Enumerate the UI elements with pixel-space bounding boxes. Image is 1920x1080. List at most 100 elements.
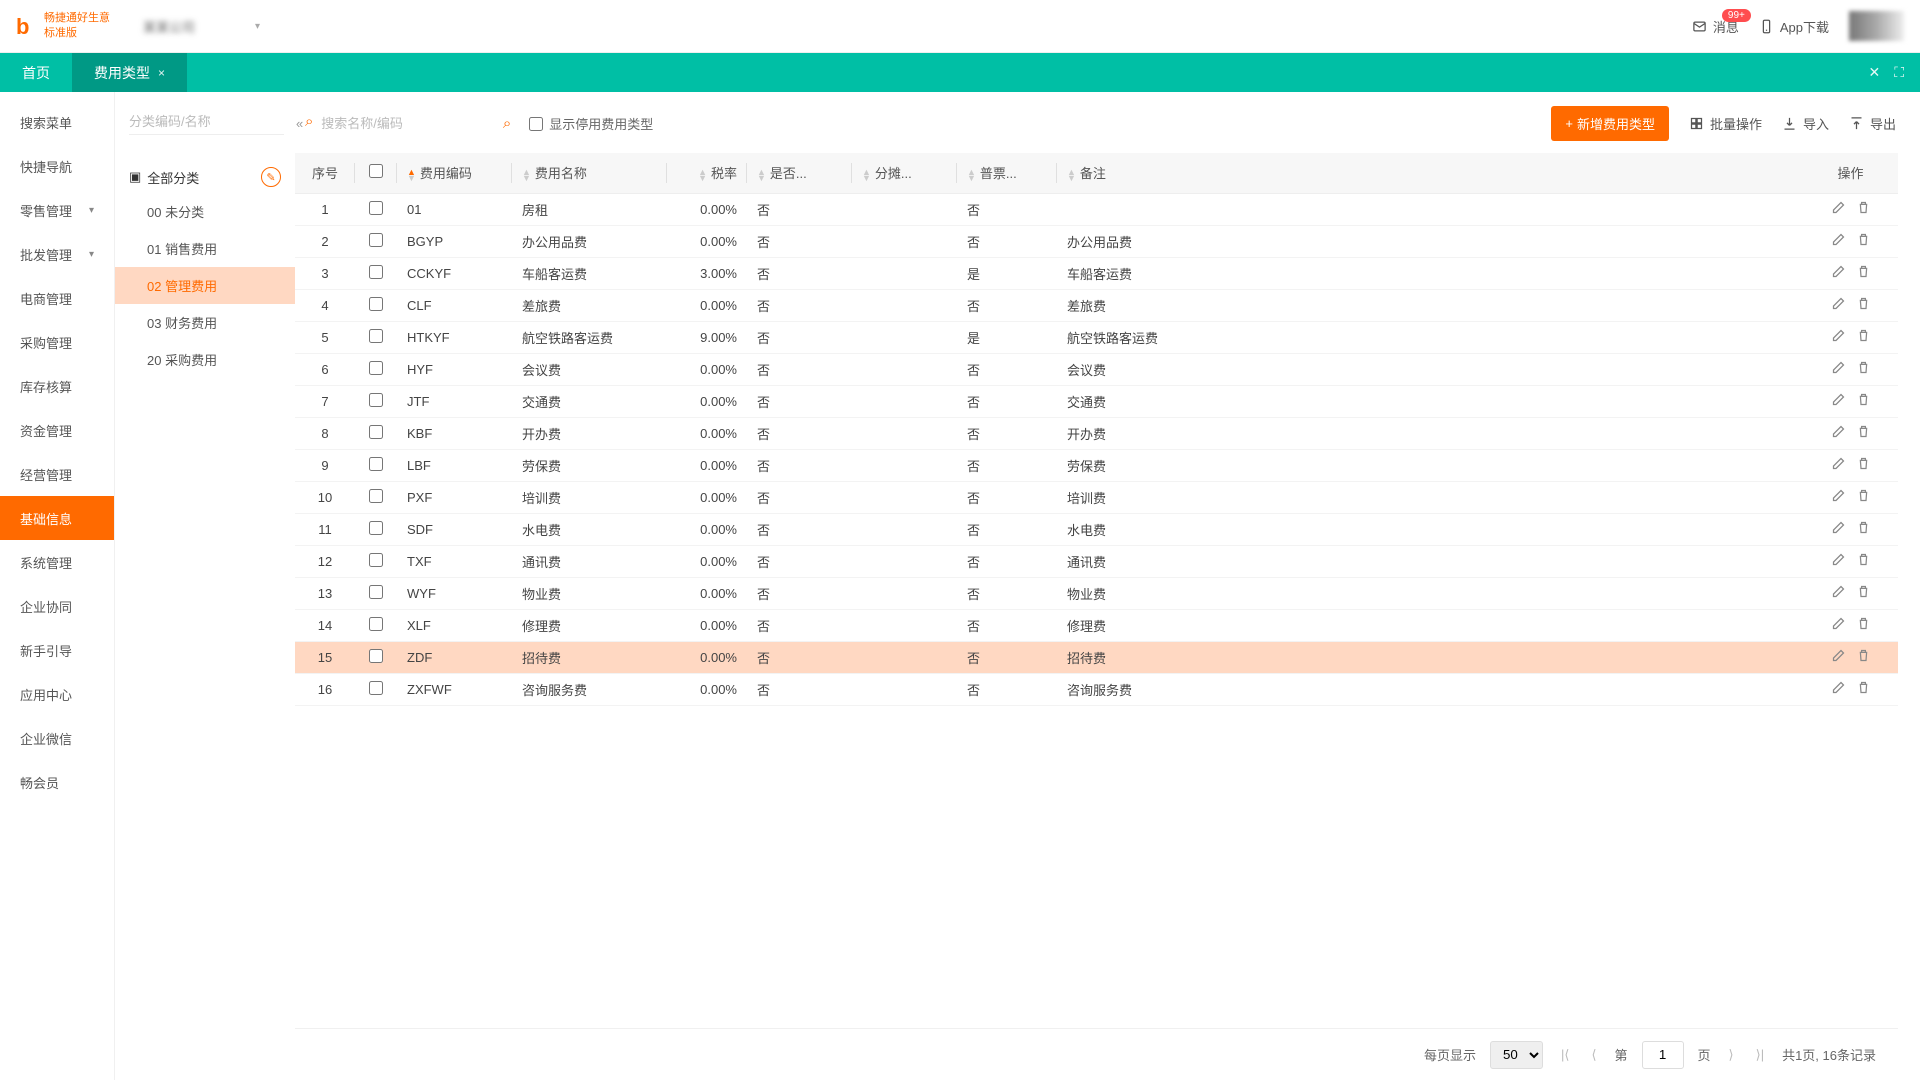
- table-row[interactable]: 11SDF水电费0.00%否否水电费: [295, 513, 1898, 545]
- name-search[interactable]: ⌕: [321, 115, 511, 133]
- sidebar-item-搜索菜单[interactable]: 搜索菜单: [0, 100, 114, 144]
- row-checkbox[interactable]: [369, 553, 383, 567]
- tab-首页[interactable]: 首页: [0, 53, 72, 92]
- delete-icon[interactable]: [1856, 232, 1871, 250]
- edit-icon[interactable]: [1831, 584, 1846, 602]
- row-checkbox[interactable]: [369, 329, 383, 343]
- delete-icon[interactable]: [1856, 648, 1871, 666]
- category-search[interactable]: ⌕: [129, 113, 284, 135]
- delete-icon[interactable]: [1856, 552, 1871, 570]
- edit-icon[interactable]: [1831, 200, 1846, 218]
- delete-icon[interactable]: [1856, 200, 1871, 218]
- table-row[interactable]: 101房租0.00%否否: [295, 193, 1898, 225]
- delete-icon[interactable]: [1856, 424, 1871, 442]
- col-note[interactable]: ▲▼备注: [1057, 153, 1803, 193]
- sidebar-item-库存核算[interactable]: 库存核算: [0, 364, 114, 408]
- edit-icon[interactable]: [1831, 648, 1846, 666]
- edit-icon[interactable]: [1831, 328, 1846, 346]
- edit-icon[interactable]: [1831, 424, 1846, 442]
- col-checkbox[interactable]: [355, 153, 397, 193]
- tree-item[interactable]: 03 财务费用: [115, 304, 295, 341]
- row-checkbox[interactable]: [369, 457, 383, 471]
- edit-icon[interactable]: [1831, 360, 1846, 378]
- show-disabled-checkbox[interactable]: 显示停用费用类型: [529, 114, 653, 133]
- delete-icon[interactable]: [1856, 360, 1871, 378]
- col-bool2[interactable]: ▲▼分摊...: [852, 153, 957, 193]
- sidebar-item-基础信息[interactable]: 基础信息: [0, 496, 114, 540]
- close-all-tabs-icon[interactable]: ✕: [1868, 64, 1880, 81]
- sidebar-item-零售管理[interactable]: 零售管理▾: [0, 188, 114, 232]
- edit-icon[interactable]: [1831, 552, 1846, 570]
- row-checkbox[interactable]: [369, 361, 383, 375]
- chevron-down-icon[interactable]: ▾: [255, 21, 260, 32]
- row-checkbox[interactable]: [369, 521, 383, 535]
- table-row[interactable]: 5HTKYF航空铁路客运费9.00%否是航空铁路客运费: [295, 321, 1898, 353]
- table-row[interactable]: 16ZXFWF咨询服务费0.00%否否咨询服务费: [295, 673, 1898, 705]
- edit-icon[interactable]: [1831, 232, 1846, 250]
- col-rate[interactable]: ▲▼税率: [667, 153, 747, 193]
- app-download-button[interactable]: App下载: [1759, 17, 1829, 36]
- col-seq[interactable]: 序号: [295, 153, 355, 193]
- close-icon[interactable]: ×: [158, 66, 165, 80]
- table-row[interactable]: 10PXF培训费0.00%否否培训费: [295, 481, 1898, 513]
- add-expense-type-button[interactable]: + 新增费用类型: [1551, 106, 1669, 141]
- company-selector[interactable]: 某某公司: [143, 17, 195, 36]
- edit-tree-icon[interactable]: ✎: [261, 167, 281, 187]
- collapse-tree-icon[interactable]: «: [296, 116, 303, 131]
- table-row[interactable]: 8KBF开办费0.00%否否开办费: [295, 417, 1898, 449]
- row-checkbox[interactable]: [369, 425, 383, 439]
- tree-item[interactable]: 02 管理费用: [115, 267, 295, 304]
- row-checkbox[interactable]: [369, 233, 383, 247]
- table-row[interactable]: 13WYF物业费0.00%否否物业费: [295, 577, 1898, 609]
- delete-icon[interactable]: [1856, 264, 1871, 282]
- search-icon[interactable]: ⌕: [305, 113, 313, 130]
- show-disabled-input[interactable]: [529, 117, 543, 131]
- edit-icon[interactable]: [1831, 680, 1846, 698]
- batch-actions-button[interactable]: 批量操作: [1689, 114, 1762, 133]
- sidebar-item-采购管理[interactable]: 采购管理: [0, 320, 114, 364]
- sidebar-item-资金管理[interactable]: 资金管理: [0, 408, 114, 452]
- delete-icon[interactable]: [1856, 296, 1871, 314]
- table-row[interactable]: 14XLF修理费0.00%否否修理费: [295, 609, 1898, 641]
- row-checkbox[interactable]: [369, 617, 383, 631]
- sidebar-item-新手引导[interactable]: 新手引导: [0, 628, 114, 672]
- sidebar-item-企业微信[interactable]: 企业微信: [0, 716, 114, 760]
- sidebar-item-经营管理[interactable]: 经营管理: [0, 452, 114, 496]
- row-checkbox[interactable]: [369, 201, 383, 215]
- row-checkbox[interactable]: [369, 265, 383, 279]
- next-page-icon[interactable]: ⟩: [1725, 1047, 1738, 1063]
- table-row[interactable]: 9LBF劳保费0.00%否否劳保费: [295, 449, 1898, 481]
- sidebar-item-系统管理[interactable]: 系统管理: [0, 540, 114, 584]
- last-page-icon[interactable]: ⟩|: [1752, 1047, 1768, 1063]
- page-number-input[interactable]: [1642, 1041, 1684, 1069]
- row-checkbox[interactable]: [369, 649, 383, 663]
- name-search-input[interactable]: [321, 116, 503, 131]
- row-checkbox[interactable]: [369, 681, 383, 695]
- fullscreen-icon[interactable]: ⛶: [1894, 64, 1904, 81]
- edit-icon[interactable]: [1831, 392, 1846, 410]
- table-row[interactable]: 2BGYP办公用品费0.00%否否办公用品费: [295, 225, 1898, 257]
- row-checkbox[interactable]: [369, 297, 383, 311]
- table-row[interactable]: 3CCKYF车船客运费3.00%否是车船客运费: [295, 257, 1898, 289]
- col-bool3[interactable]: ▲▼普票...: [957, 153, 1057, 193]
- delete-icon[interactable]: [1856, 488, 1871, 506]
- tree-item[interactable]: 20 采购费用: [115, 341, 295, 378]
- export-button[interactable]: 导出: [1849, 114, 1896, 133]
- tree-root[interactable]: ▣ 全部分类 ✎: [115, 161, 295, 193]
- table-row[interactable]: 4CLF差旅费0.00%否否差旅费: [295, 289, 1898, 321]
- select-all-checkbox[interactable]: [369, 164, 383, 178]
- import-button[interactable]: 导入: [1782, 114, 1829, 133]
- prev-page-icon[interactable]: ⟨: [1587, 1047, 1600, 1063]
- tree-item[interactable]: 01 销售费用: [115, 230, 295, 267]
- messages-button[interactable]: 消息 99+: [1692, 17, 1739, 36]
- edit-icon[interactable]: [1831, 456, 1846, 474]
- category-search-input[interactable]: [129, 114, 305, 129]
- table-row[interactable]: 15ZDF招待费0.00%否否招待费: [295, 641, 1898, 673]
- sidebar-item-应用中心[interactable]: 应用中心: [0, 672, 114, 716]
- delete-icon[interactable]: [1856, 680, 1871, 698]
- edit-icon[interactable]: [1831, 616, 1846, 634]
- sidebar-item-批发管理[interactable]: 批发管理▾: [0, 232, 114, 276]
- row-checkbox[interactable]: [369, 585, 383, 599]
- tree-item[interactable]: 00 未分类: [115, 193, 295, 230]
- col-bool1[interactable]: ▲▼是否...: [747, 153, 852, 193]
